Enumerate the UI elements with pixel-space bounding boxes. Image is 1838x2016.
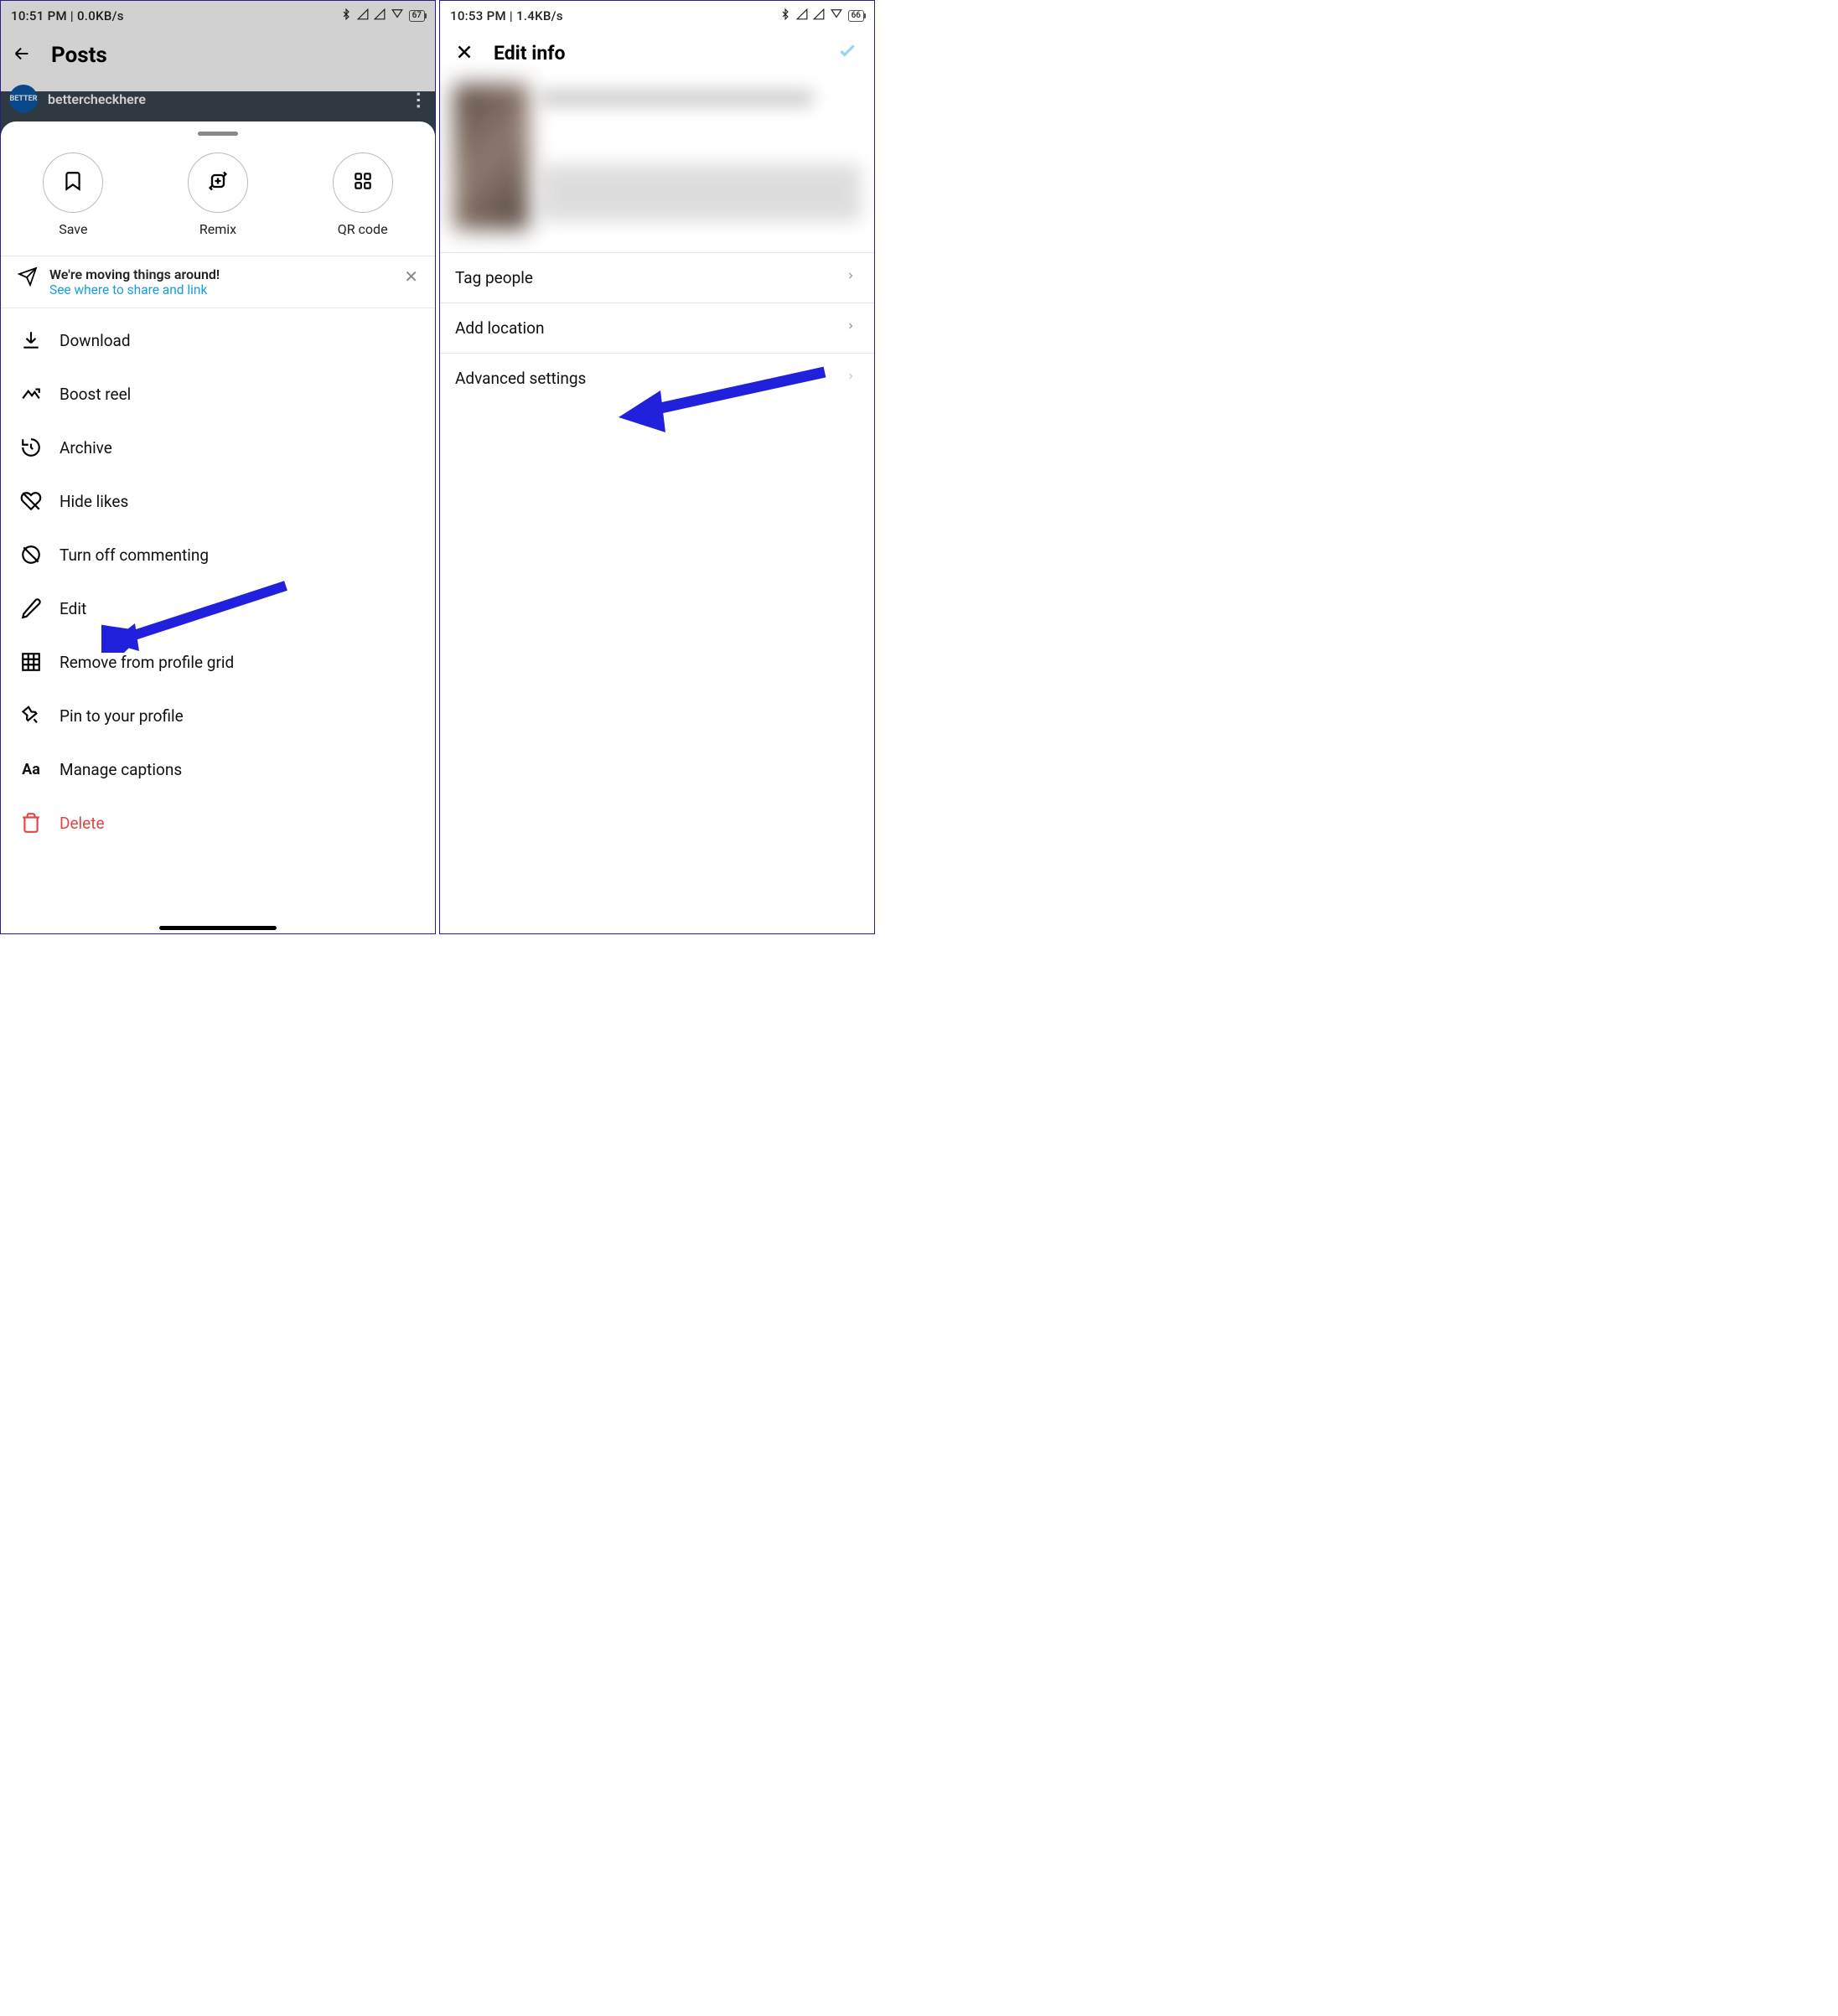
notice-link[interactable]: See where to share and link — [49, 282, 392, 297]
post-preview-blurred — [440, 75, 874, 253]
archive-icon — [19, 436, 43, 459]
menu-item-captions[interactable]: Aa Manage captions — [1, 742, 435, 796]
signal-icon — [813, 8, 825, 23]
bottom-sheet: Save Remix QR code We're moving things a… — [1, 121, 435, 933]
home-indicator[interactable] — [159, 926, 277, 930]
chevron-right-icon — [846, 318, 856, 338]
menu-item-label: Manage captions — [60, 760, 182, 779]
menu-item-delete[interactable]: Delete — [1, 796, 435, 850]
info-notice: We're moving things around! See where to… — [1, 256, 435, 308]
menu-item-download[interactable]: Download — [1, 313, 435, 367]
qr-code-icon — [352, 170, 374, 195]
close-notice-icon[interactable]: ✕ — [404, 266, 418, 287]
annotation-arrow-edit — [101, 577, 290, 653]
grid-icon — [19, 650, 43, 674]
menu-item-label: Edit — [60, 599, 86, 618]
menu-item-hide-likes[interactable]: Hide likes — [1, 474, 435, 528]
status-icons: 66 — [779, 8, 864, 24]
comment-off-icon — [19, 543, 43, 566]
menu-item-comment-off[interactable]: Turn off commenting — [1, 528, 435, 582]
page-title: Edit info — [494, 42, 815, 65]
confirm-check-icon[interactable] — [834, 39, 861, 67]
quick-action-remix[interactable]: Remix — [155, 152, 281, 237]
status-bar: 10:53 PM | 1.4KB/s 66 — [440, 1, 874, 31]
boost-icon — [19, 382, 43, 406]
chevron-right-icon — [846, 268, 856, 287]
quick-action-label: Remix — [199, 221, 236, 237]
menu-item-label: Turn off commenting — [60, 545, 209, 565]
menu-item-label: Archive — [60, 438, 112, 457]
delete-icon — [19, 811, 43, 835]
battery-indicator: 66 — [848, 10, 864, 22]
menu-item-label: Hide likes — [60, 492, 128, 511]
download-icon — [19, 328, 43, 352]
post-thumbnail-blurred — [453, 84, 529, 230]
quick-action-qrcode[interactable]: QR code — [300, 152, 426, 237]
pin-icon — [19, 704, 43, 727]
quick-actions-row: Save Remix QR code — [1, 146, 435, 256]
setting-add-location[interactable]: Add location — [440, 303, 874, 354]
menu-item-label: Pin to your profile — [60, 706, 184, 726]
edit-info-header: Edit info — [440, 31, 874, 75]
quick-action-label: QR code — [338, 221, 388, 237]
chevron-right-icon — [846, 369, 856, 388]
setting-tag-people[interactable]: Tag people — [440, 253, 874, 303]
menu-item-archive[interactable]: Archive — [1, 421, 435, 474]
quick-action-label: Save — [59, 221, 87, 237]
captions-icon: Aa — [19, 757, 43, 781]
setting-label: Tag people — [455, 268, 533, 287]
menu-item-label: Remove from profile grid — [60, 653, 234, 672]
bluetooth-icon — [779, 8, 791, 24]
setting-label: Advanced settings — [455, 369, 586, 388]
phone-screenshot-left: 10:51 PM | 0.0KB/s 67 Posts BETTER bette… — [0, 0, 436, 934]
quick-action-save[interactable]: Save — [10, 152, 136, 237]
close-icon[interactable] — [453, 41, 475, 66]
menu-item-pin[interactable]: Pin to your profile — [1, 689, 435, 742]
bookmark-icon — [62, 170, 84, 195]
post-caption-blurred — [541, 164, 861, 221]
phone-screenshot-right: 10:53 PM | 1.4KB/s 66 Edit info Tag peop… — [439, 0, 875, 934]
menu-item-boost[interactable]: Boost reel — [1, 367, 435, 421]
signal-icon — [796, 8, 808, 23]
status-time: 10:53 PM | 1.4KB/s — [450, 8, 563, 23]
drag-handle[interactable] — [198, 132, 238, 136]
menu-item-label: Delete — [60, 814, 105, 833]
setting-label: Add location — [455, 318, 544, 338]
annotation-arrow-advanced — [612, 365, 830, 432]
share-icon — [18, 266, 38, 290]
notice-title: We're moving things around! — [49, 266, 392, 282]
menu-item-label: Boost reel — [60, 385, 131, 404]
remix-icon — [206, 169, 230, 196]
menu-item-label: Download — [60, 331, 131, 350]
post-title-blurred — [541, 90, 813, 106]
edit-icon — [19, 597, 43, 620]
wifi-icon — [830, 8, 843, 23]
hide-likes-icon — [19, 489, 43, 513]
